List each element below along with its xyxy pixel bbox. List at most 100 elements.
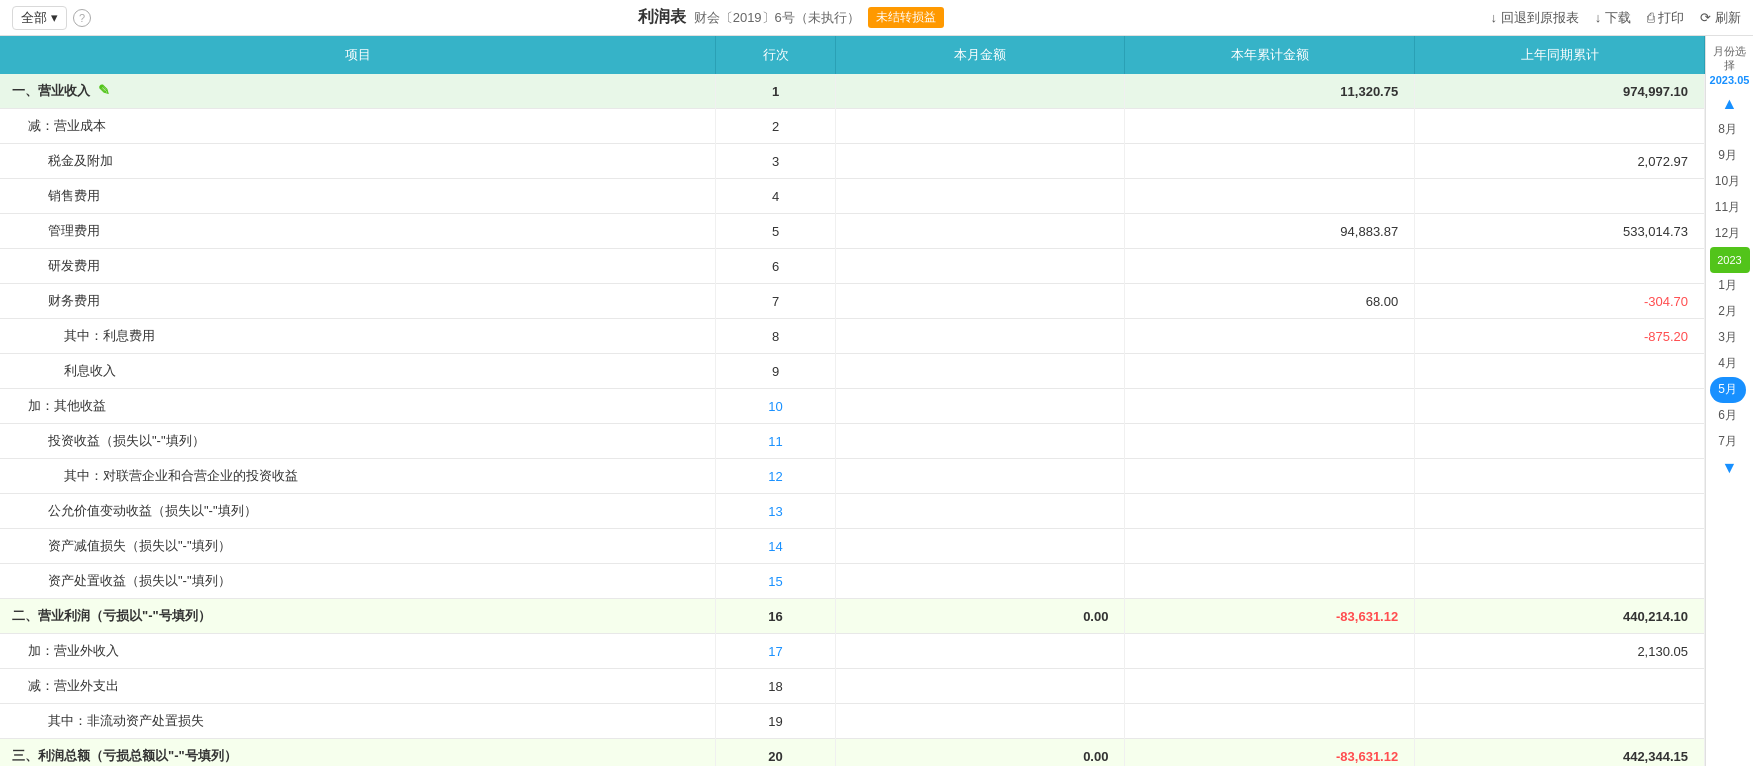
row-num-cell: 19 bbox=[716, 704, 835, 739]
month-item-2[interactable]: 2月 bbox=[1710, 299, 1746, 325]
yearly-cell: 94,883.87 bbox=[1125, 214, 1415, 249]
yearly-cell bbox=[1125, 109, 1415, 144]
monthly-cell bbox=[835, 564, 1125, 599]
main-area: 项目 行次 本月金额 本年累计金额 上年同期累计 一、营业收入✎111,320.… bbox=[0, 36, 1753, 766]
item-cell: 财务费用 bbox=[0, 284, 716, 319]
table-row: 公允价值变动收益（损失以"-"填列）13 bbox=[0, 494, 1705, 529]
table-row: 减：营业成本2 bbox=[0, 109, 1705, 144]
topbar-actions: ↓ 回退到原报表 ↓ 下载 ⎙ 打印 ⟳ 刷新 bbox=[1491, 9, 1742, 27]
lastyear-cell: -304.70 bbox=[1415, 284, 1705, 319]
table-row: 研发费用6 bbox=[0, 249, 1705, 284]
table-row: 减：营业外支出18 bbox=[0, 669, 1705, 704]
row-num-cell: 15 bbox=[716, 564, 835, 599]
month-item-7[interactable]: 7月 bbox=[1710, 429, 1746, 455]
month-item-6[interactable]: 6月 bbox=[1710, 403, 1746, 429]
monthly-cell bbox=[835, 249, 1125, 284]
table-row: 管理费用594,883.87533,014.73 bbox=[0, 214, 1705, 249]
month-item-4[interactable]: 4月 bbox=[1710, 351, 1746, 377]
table-row: 加：营业外收入172,130.05 bbox=[0, 634, 1705, 669]
month-sidebar: 月份选择 2023.05 ▲ 8月9月10月11月12月20231月2月3月4月… bbox=[1705, 36, 1753, 766]
month-item-11[interactable]: 11月 bbox=[1710, 195, 1746, 221]
item-cell: 资产处置收益（损失以"-"填列） bbox=[0, 564, 716, 599]
monthly-cell: 0.00 bbox=[835, 739, 1125, 767]
print-button[interactable]: ⎙ 打印 bbox=[1647, 9, 1685, 27]
item-cell: 资产减值损失（损失以"-"填列） bbox=[0, 529, 716, 564]
yearly-cell bbox=[1125, 634, 1415, 669]
monthly-cell bbox=[835, 529, 1125, 564]
lastyear-cell: 442,344.15 bbox=[1415, 739, 1705, 767]
yearly-cell bbox=[1125, 249, 1415, 284]
table-row: 其中：对联营企业和合营企业的投资收益12 bbox=[0, 459, 1705, 494]
month-item-8[interactable]: 8月 bbox=[1710, 117, 1746, 143]
edit-icon[interactable]: ✎ bbox=[98, 82, 110, 98]
scope-dropdown[interactable]: 全部 ▾ bbox=[12, 6, 67, 30]
row-num-cell: 1 bbox=[716, 74, 835, 109]
table-row: 加：其他收益10 bbox=[0, 389, 1705, 424]
table-row: 三、利润总额（亏损总额以"-"号填列）200.00-83,631.12442,3… bbox=[0, 739, 1705, 767]
col-header-yearly: 本年累计金额 bbox=[1125, 36, 1415, 74]
yearly-cell bbox=[1125, 354, 1415, 389]
refresh-button[interactable]: ⟳ 刷新 bbox=[1700, 9, 1741, 27]
item-cell: 其中：非流动资产处置损失 bbox=[0, 704, 716, 739]
monthly-cell bbox=[835, 494, 1125, 529]
month-item-5[interactable]: 5月 bbox=[1710, 377, 1746, 403]
table-row: 其中：非流动资产处置损失19 bbox=[0, 704, 1705, 739]
monthly-cell bbox=[835, 214, 1125, 249]
help-icon[interactable]: ? bbox=[73, 9, 91, 27]
yearly-cell bbox=[1125, 179, 1415, 214]
yearly-cell: 11,320.75 bbox=[1125, 74, 1415, 109]
table-row: 销售费用4 bbox=[0, 179, 1705, 214]
month-item-3[interactable]: 3月 bbox=[1710, 325, 1746, 351]
lastyear-cell bbox=[1415, 529, 1705, 564]
month-item-1[interactable]: 1月 bbox=[1710, 273, 1746, 299]
col-header-monthly: 本月金额 bbox=[835, 36, 1125, 74]
yearly-cell bbox=[1125, 529, 1415, 564]
month-item-12[interactable]: 12月 bbox=[1710, 221, 1746, 247]
topbar: 全部 ▾ ? 利润表 财会〔2019〕6号（未执行） 未结转损益 ↓ 回退到原报… bbox=[0, 0, 1753, 36]
item-cell: 加：营业外收入 bbox=[0, 634, 716, 669]
monthly-cell bbox=[835, 354, 1125, 389]
lastyear-cell bbox=[1415, 704, 1705, 739]
lastyear-cell bbox=[1415, 179, 1705, 214]
row-num-cell: 9 bbox=[716, 354, 835, 389]
item-cell: 利息收入 bbox=[0, 354, 716, 389]
yearly-cell bbox=[1125, 669, 1415, 704]
back-button[interactable]: ↓ 回退到原报表 bbox=[1491, 9, 1579, 27]
yearly-cell: -83,631.12 bbox=[1125, 739, 1415, 767]
row-num-cell: 13 bbox=[716, 494, 835, 529]
download-button[interactable]: ↓ 下载 bbox=[1595, 9, 1631, 27]
row-num-cell: 10 bbox=[716, 389, 835, 424]
month-item-10[interactable]: 10月 bbox=[1710, 169, 1746, 195]
row-num-cell: 4 bbox=[716, 179, 835, 214]
item-cell: 税金及附加 bbox=[0, 144, 716, 179]
table-row: 二、营业利润（亏损以"-"号填列）160.00-83,631.12440,214… bbox=[0, 599, 1705, 634]
lastyear-cell: 2,130.05 bbox=[1415, 634, 1705, 669]
lastyear-cell: 2,072.97 bbox=[1415, 144, 1705, 179]
monthly-cell bbox=[835, 179, 1125, 214]
monthly-cell bbox=[835, 284, 1125, 319]
table-row: 资产处置收益（损失以"-"填列）15 bbox=[0, 564, 1705, 599]
col-header-rownum: 行次 bbox=[716, 36, 835, 74]
table-row: 税金及附加32,072.97 bbox=[0, 144, 1705, 179]
yearly-cell bbox=[1125, 319, 1415, 354]
row-num-cell: 7 bbox=[716, 284, 835, 319]
item-cell: 公允价值变动收益（损失以"-"填列） bbox=[0, 494, 716, 529]
lastyear-cell bbox=[1415, 564, 1705, 599]
monthly-cell bbox=[835, 424, 1125, 459]
item-cell: 减：营业外支出 bbox=[0, 669, 716, 704]
month-item-9[interactable]: 9月 bbox=[1710, 143, 1746, 169]
month-nav-down[interactable]: ▼ bbox=[1712, 455, 1748, 481]
monthly-cell bbox=[835, 459, 1125, 494]
item-cell: 一、营业收入✎ bbox=[0, 74, 716, 109]
monthly-cell bbox=[835, 634, 1125, 669]
yearly-cell: -83,631.12 bbox=[1125, 599, 1415, 634]
yearly-cell bbox=[1125, 704, 1415, 739]
month-nav-up[interactable]: ▲ bbox=[1712, 91, 1748, 117]
monthly-cell: 0.00 bbox=[835, 599, 1125, 634]
item-cell: 销售费用 bbox=[0, 179, 716, 214]
lastyear-cell bbox=[1415, 389, 1705, 424]
lastyear-cell bbox=[1415, 109, 1705, 144]
row-num-cell: 6 bbox=[716, 249, 835, 284]
lastyear-cell bbox=[1415, 459, 1705, 494]
yearly-cell bbox=[1125, 389, 1415, 424]
